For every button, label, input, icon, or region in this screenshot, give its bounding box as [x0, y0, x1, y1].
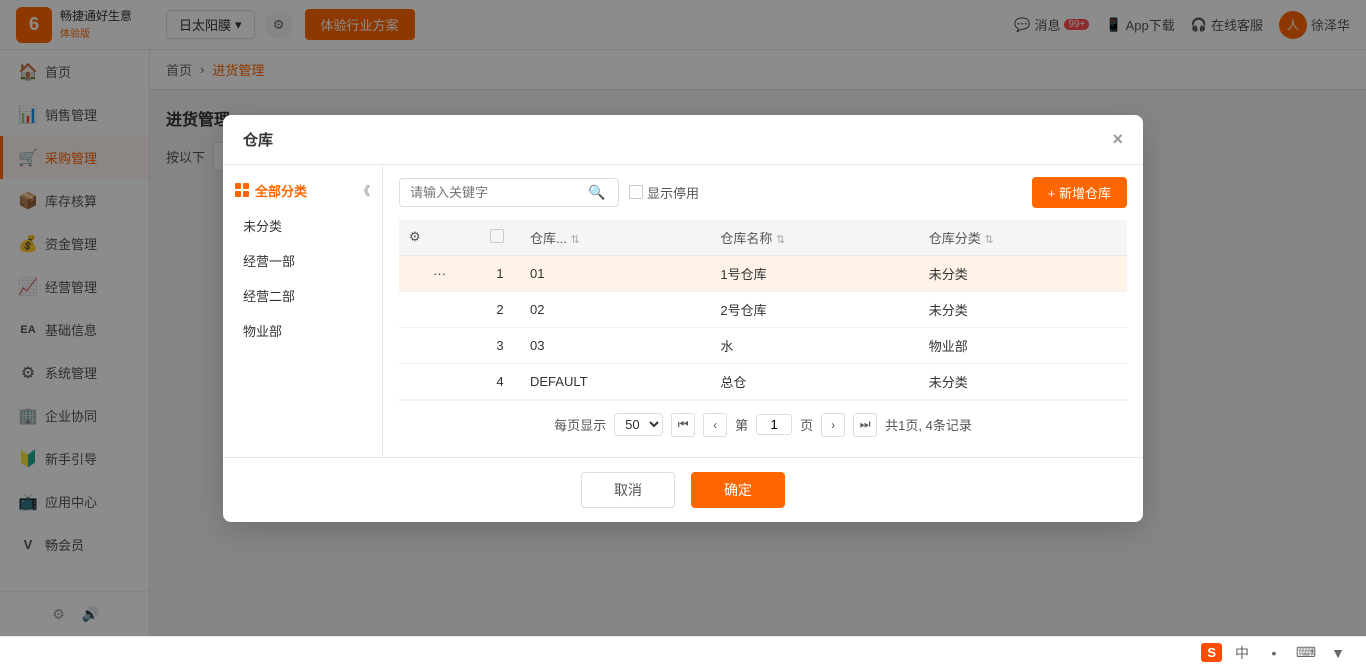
category-item-2[interactable]: 经营二部	[223, 278, 382, 313]
row-1-category: 未分类	[919, 255, 1127, 291]
page-next-button[interactable]: ›	[821, 413, 845, 437]
row-1-num: 1	[480, 255, 520, 291]
row-4-code: DEFAULT	[520, 363, 710, 399]
search-box: 🔍	[399, 178, 619, 207]
category-item-3[interactable]: 物业部	[223, 313, 382, 348]
keyboard-icon[interactable]: ⌨	[1294, 641, 1318, 665]
modal-footer: 取消 确定	[223, 457, 1143, 522]
table-row[interactable]: ··· 1 01 1号仓库 未分类	[399, 255, 1127, 291]
warehouse-table: ⚙ 仓库... ⇅ 仓库名称 ⇅	[399, 220, 1127, 400]
show-disabled-label[interactable]: 显示停用	[629, 183, 699, 202]
per-page-label: 每页显示	[554, 415, 606, 434]
row-2-num: 2	[480, 291, 520, 327]
table-header-row: ⚙ 仓库... ⇅ 仓库名称 ⇅	[399, 220, 1127, 256]
th-name: 仓库名称 ⇅	[710, 220, 918, 256]
s-logo: S	[1201, 643, 1222, 662]
row-4-gear[interactable]	[399, 363, 480, 399]
table-row[interactable]: 3 03 水 物业部	[399, 327, 1127, 363]
collapse-arrow-icon: 《	[358, 182, 370, 199]
grid-icon	[235, 183, 249, 197]
category-item-0[interactable]: 未分类	[223, 208, 382, 243]
category-all-header[interactable]: 全部分类 《	[223, 173, 382, 208]
ime-settings-icon[interactable]: ▼	[1326, 641, 1350, 665]
category-all-label: 全部分类	[255, 181, 307, 200]
sort-name-icon[interactable]: ⇅	[776, 234, 785, 246]
th-category-label: 仓库分类	[929, 231, 981, 246]
th-checkbox	[480, 220, 520, 256]
th-code-label: 仓库...	[530, 231, 567, 246]
per-page-select[interactable]: 50	[614, 413, 663, 436]
row-2-name: 2号仓库	[710, 291, 918, 327]
show-disabled-checkbox[interactable]	[629, 185, 643, 199]
status-bar: S 中 • ⌨ ▼	[0, 636, 1366, 668]
row-3-num: 3	[480, 327, 520, 363]
th-gear: ⚙	[399, 220, 480, 256]
sort-category-icon[interactable]: ⇅	[984, 234, 993, 246]
modal-close-button[interactable]: ×	[1112, 130, 1123, 148]
modal-body: 全部分类 《 未分类 经营一部 经营二部 物业部 🔍	[223, 165, 1143, 457]
row-2-category: 未分类	[919, 291, 1127, 327]
row-3-code: 03	[520, 327, 710, 363]
table-body: ··· 1 01 1号仓库 未分类 2 02 2号仓库	[399, 255, 1127, 399]
page-input[interactable]	[756, 414, 792, 435]
row-1-gear[interactable]: ···	[399, 255, 480, 291]
th-code: 仓库... ⇅	[520, 220, 710, 256]
row-2-code: 02	[520, 291, 710, 327]
table-row[interactable]: 2 02 2号仓库 未分类	[399, 291, 1127, 327]
sort-code-icon[interactable]: ⇅	[570, 234, 579, 246]
th-category: 仓库分类 ⇅	[919, 220, 1127, 256]
category-item-1[interactable]: 经营一部	[223, 243, 382, 278]
page-label: 第	[735, 415, 748, 434]
pagination: 每页显示 50 ⏮ ‹ 第 页 › ⏭ 共1页, 4条记录	[399, 400, 1127, 445]
row-3-category: 物业部	[919, 327, 1127, 363]
page-prev-button[interactable]: ‹	[703, 413, 727, 437]
table-container: ⚙ 仓库... ⇅ 仓库名称 ⇅	[399, 220, 1127, 400]
ime-dot-icon: •	[1262, 641, 1286, 665]
table-head: ⚙ 仓库... ⇅ 仓库名称 ⇅	[399, 220, 1127, 256]
page-total-info: 共1页, 4条记录	[885, 415, 972, 434]
row-1-name: 1号仓库	[710, 255, 918, 291]
row-3-name: 水	[710, 327, 918, 363]
cancel-button[interactable]: 取消	[581, 472, 675, 508]
modal-overlay: 仓库 × 全部分类 《 未分类 经营一部 经营二部 物业部	[0, 0, 1366, 636]
select-all-checkbox[interactable]	[490, 229, 504, 243]
search-input[interactable]	[400, 180, 580, 205]
row-4-category: 未分类	[919, 363, 1127, 399]
category-panel: 全部分类 《 未分类 经营一部 经营二部 物业部	[223, 165, 383, 457]
row-2-gear[interactable]	[399, 291, 480, 327]
page-suffix: 页	[800, 415, 813, 434]
row-1-code: 01	[520, 255, 710, 291]
page-last-button[interactable]: ⏭	[853, 413, 877, 437]
row-4-name: 总仓	[710, 363, 918, 399]
page-first-button[interactable]: ⏮	[671, 413, 695, 437]
confirm-button[interactable]: 确定	[691, 472, 785, 508]
show-disabled-text: 显示停用	[647, 183, 699, 202]
th-name-label: 仓库名称	[720, 231, 772, 246]
table-row[interactable]: 4 DEFAULT 总仓 未分类	[399, 363, 1127, 399]
modal-title: 仓库	[243, 129, 273, 150]
row-3-gear[interactable]	[399, 327, 480, 363]
ime-chinese-icon[interactable]: 中	[1230, 641, 1254, 665]
search-button[interactable]: 🔍	[580, 179, 613, 206]
table-panel: 🔍 显示停用 + 新增仓库 ⚙	[383, 165, 1143, 457]
table-toolbar: 🔍 显示停用 + 新增仓库	[399, 177, 1127, 208]
row-4-num: 4	[480, 363, 520, 399]
warehouse-modal: 仓库 × 全部分类 《 未分类 经营一部 经营二部 物业部	[223, 115, 1143, 522]
add-warehouse-button[interactable]: + 新增仓库	[1032, 177, 1127, 208]
modal-header: 仓库 ×	[223, 115, 1143, 165]
